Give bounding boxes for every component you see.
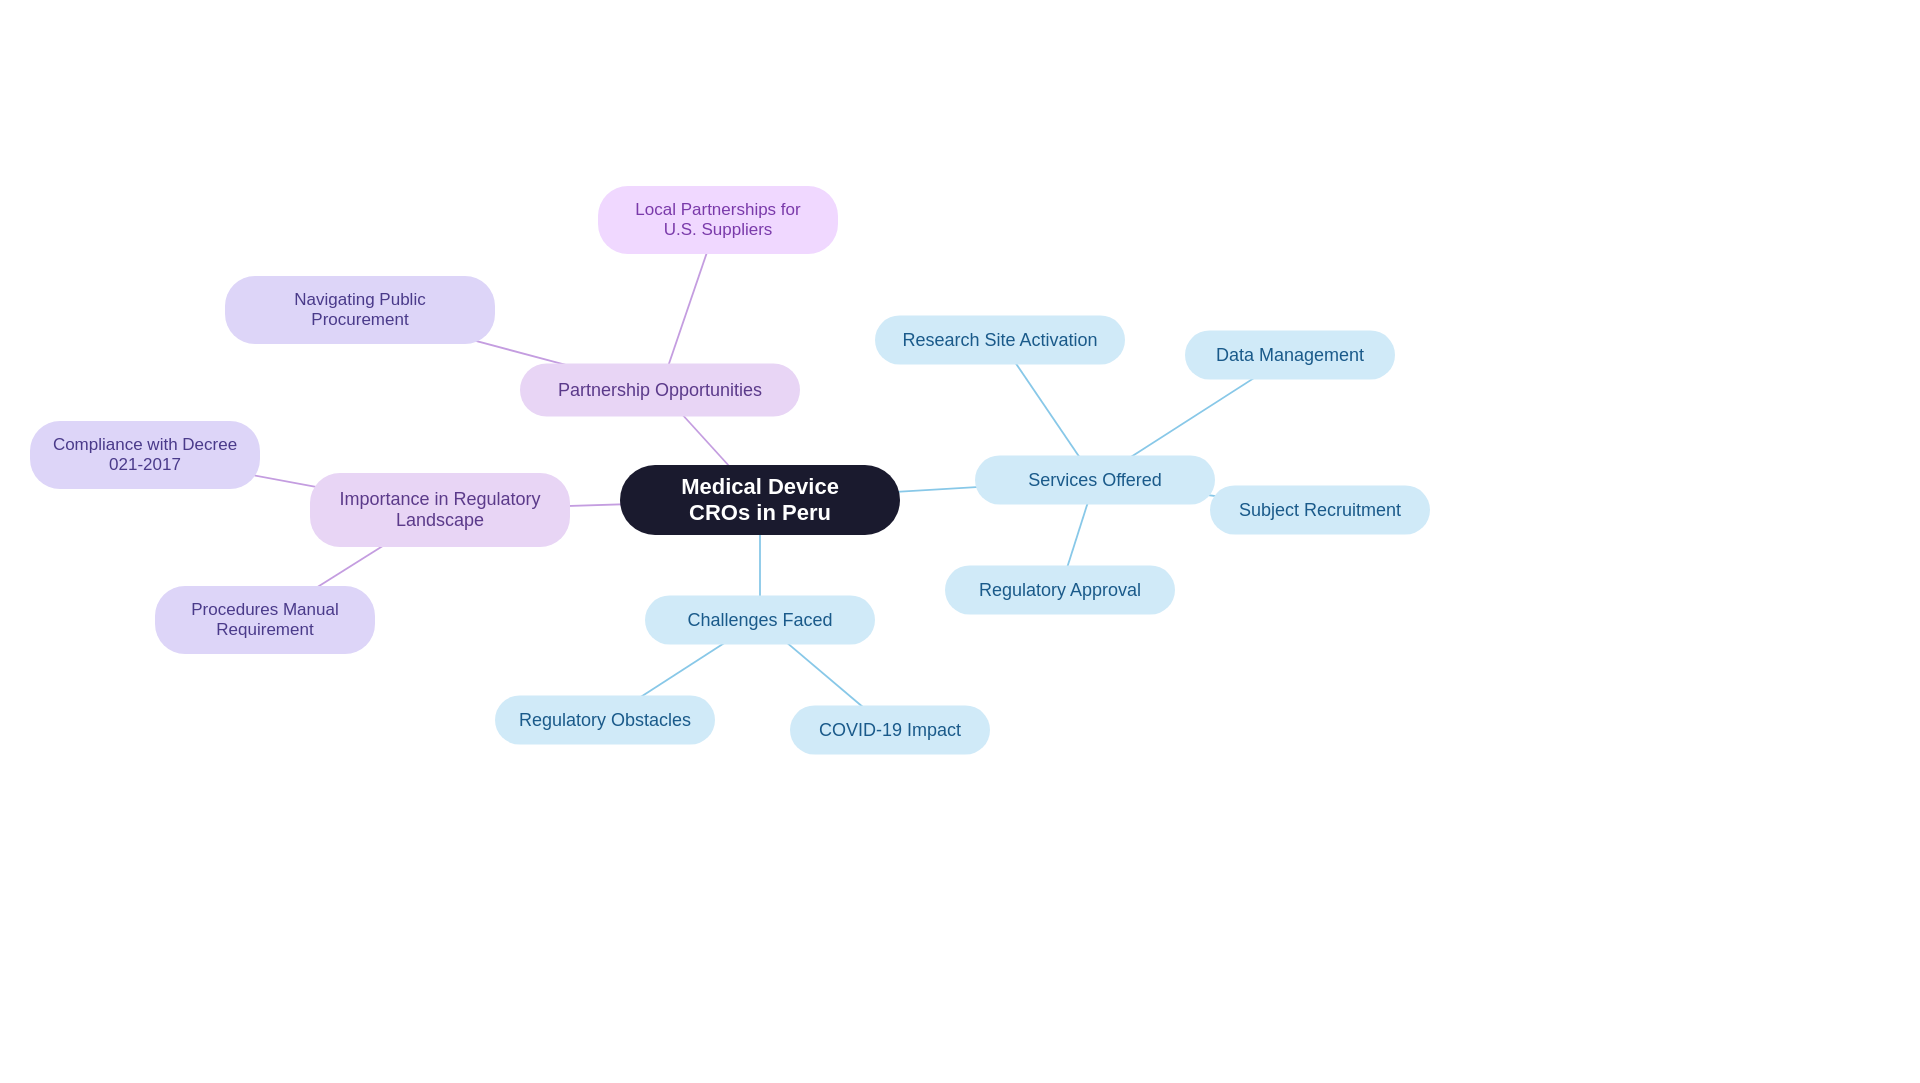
mind-map: Medical Device CROs in Peru Partnership O… bbox=[0, 0, 1920, 1083]
node-regulatory-approval[interactable]: Regulatory Approval bbox=[945, 566, 1175, 615]
node-importance[interactable]: Importance in Regulatory Landscape bbox=[310, 473, 570, 547]
node-local-partnerships[interactable]: Local Partnerships for U.S. Suppliers bbox=[598, 186, 838, 254]
node-navigating[interactable]: Navigating Public Procurement bbox=[225, 276, 495, 344]
node-data-management[interactable]: Data Management bbox=[1185, 331, 1395, 380]
node-subject-recruitment[interactable]: Subject Recruitment bbox=[1210, 486, 1430, 535]
node-compliance[interactable]: Compliance with Decree 021-2017 bbox=[30, 421, 260, 489]
connections-svg bbox=[0, 0, 1920, 1083]
node-challenges[interactable]: Challenges Faced bbox=[645, 596, 875, 645]
node-regulatory-obstacles[interactable]: Regulatory Obstacles bbox=[495, 696, 715, 745]
node-center[interactable]: Medical Device CROs in Peru bbox=[620, 465, 900, 535]
node-partnership[interactable]: Partnership Opportunities bbox=[520, 364, 800, 417]
node-services[interactable]: Services Offered bbox=[975, 456, 1215, 505]
node-procedures[interactable]: Procedures Manual Requirement bbox=[155, 586, 375, 654]
node-covid[interactable]: COVID-19 Impact bbox=[790, 706, 990, 755]
node-research-site[interactable]: Research Site Activation bbox=[875, 316, 1125, 365]
